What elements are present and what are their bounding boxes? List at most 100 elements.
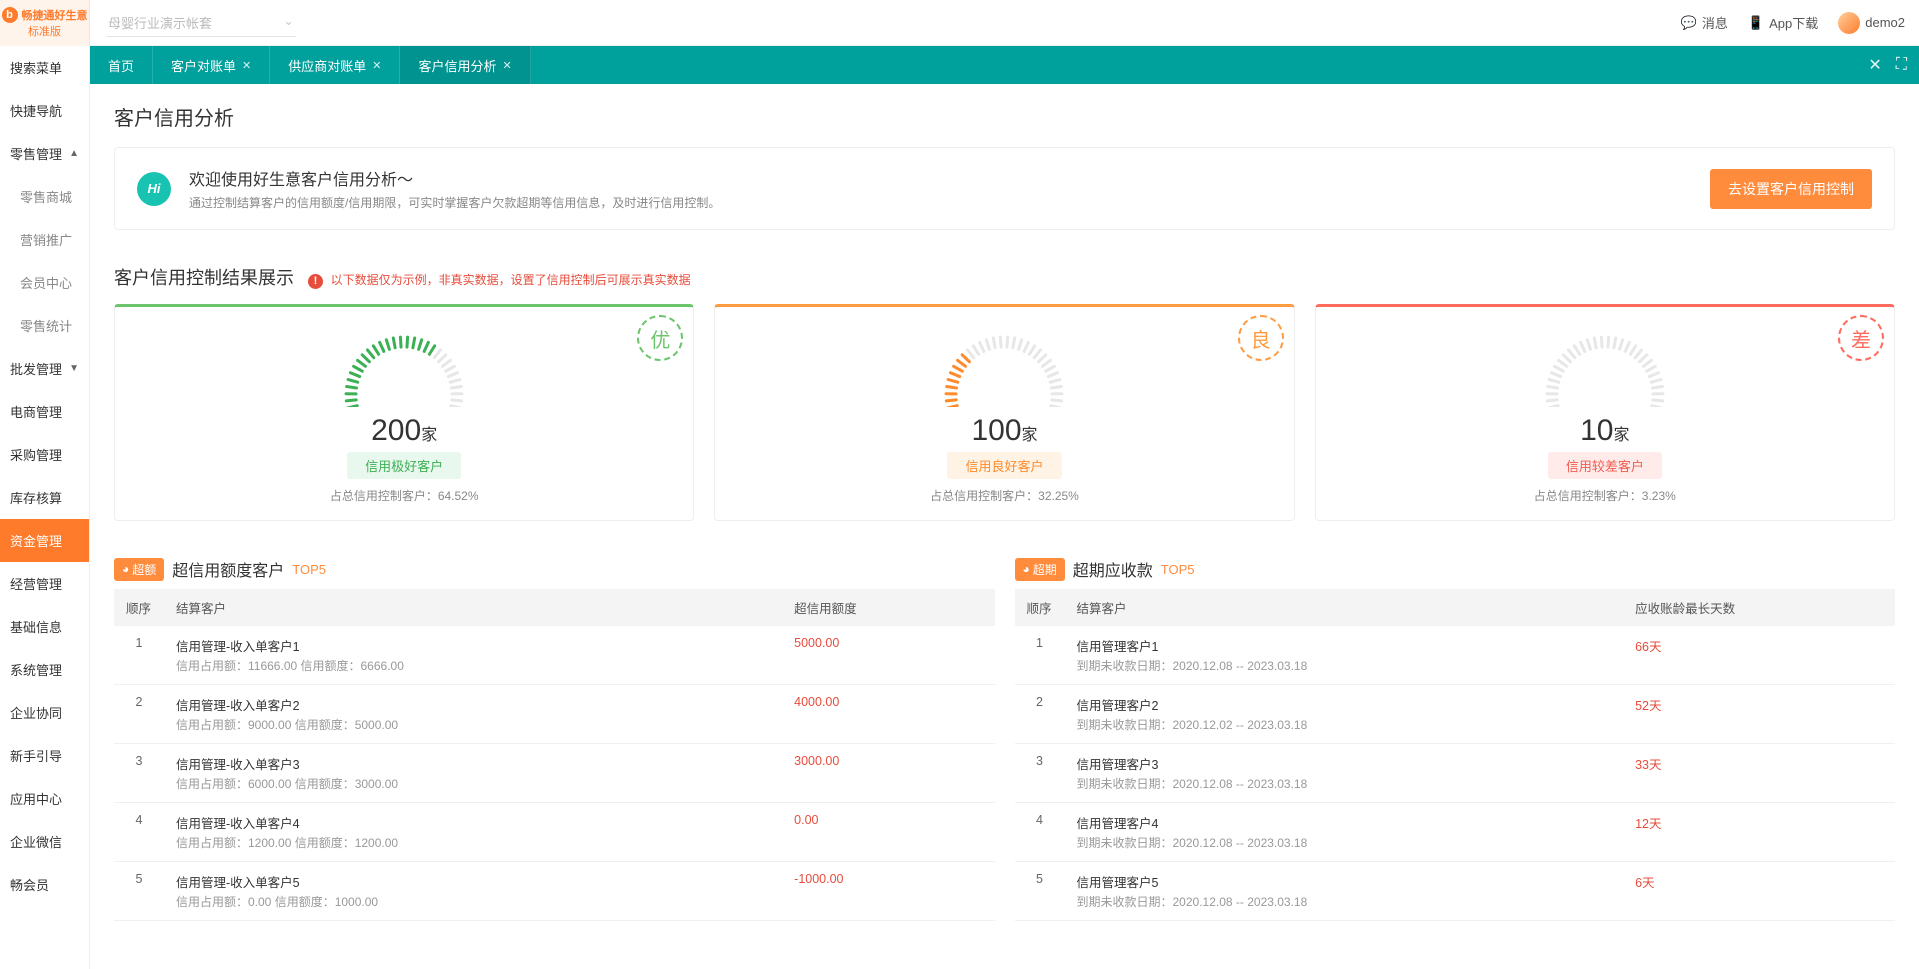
nav-item-label: 零售管理 [10, 144, 62, 163]
card-count: 10家 [1326, 414, 1884, 448]
cell-value: 3000.00 [782, 744, 994, 803]
app-download[interactable]: 📱 App下载 [1748, 13, 1818, 32]
logo-glyph-icon: b [2, 7, 18, 23]
nav-item[interactable]: 系统管理 [0, 648, 89, 691]
nav-item[interactable]: 营销推广 [0, 218, 89, 261]
cell-idx: 4 [1015, 803, 1065, 862]
nav-item[interactable]: 畅会员 [0, 863, 89, 906]
nav-item-label: 系统管理 [10, 660, 62, 679]
caret-up-icon: ▲ [69, 148, 79, 159]
nav-item[interactable]: 经营管理 [0, 562, 89, 605]
close-all-icon[interactable]: ✕ [1868, 55, 1881, 75]
nav-item[interactable]: 企业微信 [0, 820, 89, 863]
card-pill: 信用极好客户 [347, 452, 461, 479]
overdue-box: ◕ 超期 超期应收款 TOP5 顺序 结算客户 应收账龄最长天数 1 [1015, 557, 1896, 921]
top-header: b 畅捷通好生意 标准版 母婴行业演示帐套 ⌄ 💬 消息 📱 App下载 dem… [0, 0, 1919, 46]
nav-item[interactable]: 应用中心 [0, 777, 89, 820]
credit-cards-row: 优 200家 信用极好客户 占总信用控制客户：64.52% 良 100家 信用良… [114, 304, 1895, 521]
tab-close-icon[interactable]: ✕ [372, 59, 381, 72]
welcome-box: Hi 欢迎使用好生意客户信用分析～ 通过控制结算客户的信用额度/信用期限，可实时… [114, 147, 1895, 230]
th-days: 应收账龄最长天数 [1623, 589, 1895, 626]
nav-item[interactable]: 电商管理 [0, 390, 89, 433]
nav-item-label: 新手引导 [10, 746, 62, 765]
cell-value: 6天 [1623, 862, 1895, 921]
tab[interactable]: 客户信用分析✕ [400, 46, 530, 84]
nav-item[interactable]: 新手引导 [0, 734, 89, 777]
cell-value: 12天 [1623, 803, 1895, 862]
table-row[interactable]: 5 信用管理客户5 到期未收款日期：2020.12.08 -- 2023.03.… [1015, 862, 1896, 921]
tab-close-icon[interactable]: ✕ [503, 59, 512, 72]
table-row[interactable]: 1 信用管理客户1 到期未收款日期：2020.12.08 -- 2023.03.… [1015, 626, 1896, 685]
tab[interactable]: 首页 [90, 46, 153, 84]
left-nav: 搜索菜单快捷导航零售管理 ▲ 零售商城营销推广会员中心零售统计批发管理▼ 电商管理采购… [0, 46, 90, 969]
nav-item[interactable]: 搜索菜单 [0, 46, 89, 89]
tab-label: 首页 [108, 56, 134, 75]
cell-customer: 信用管理-收入单客户1 信用占用额：11666.00 信用额度：6666.00 [164, 626, 782, 685]
th-idx: 顺序 [114, 589, 164, 626]
warning-icon: ! [308, 274, 323, 289]
grade-badge-icon: 良 [1238, 315, 1284, 361]
overdue-title: 超期应收款 [1073, 557, 1153, 581]
message-icon: 💬 [1681, 15, 1697, 31]
tenant-select[interactable]: 母婴行业演示帐套 ⌄ [106, 9, 296, 37]
nav-item-label: 畅会员 [10, 875, 49, 894]
nav-item-label: 零售统计 [20, 316, 72, 335]
message-entry[interactable]: 💬 消息 [1681, 13, 1728, 32]
cell-customer: 信用管理-收入单客户2 信用占用额：9000.00 信用额度：5000.00 [164, 685, 782, 744]
nav-item[interactable]: 零售统计 [0, 304, 89, 347]
tab[interactable]: 供应商对账单✕ [270, 46, 400, 84]
cell-customer: 信用管理-收入单客户5 信用占用额：0.00 信用额度：1000.00 [164, 862, 782, 921]
page-body: 客户信用分析 Hi 欢迎使用好生意客户信用分析～ 通过控制结算客户的信用额度/信… [90, 84, 1919, 969]
cell-idx: 2 [1015, 685, 1065, 744]
fullscreen-icon[interactable]: ⛶ [1896, 56, 1907, 74]
tab-close-icon[interactable]: ✕ [242, 59, 251, 72]
logo-brand: 畅捷通好生意 [22, 7, 88, 23]
cell-value: 4000.00 [782, 685, 994, 744]
cell-idx: 1 [114, 626, 164, 685]
nav-item[interactable]: 采购管理 [0, 433, 89, 476]
nav-item-label: 电商管理 [10, 402, 62, 421]
nav-item-label: 采购管理 [10, 445, 62, 464]
cell-customer: 信用管理客户1 到期未收款日期：2020.12.08 -- 2023.03.18 [1065, 626, 1624, 685]
table-row[interactable]: 5 信用管理-收入单客户5 信用占用额：0.00 信用额度：1000.00 -1… [114, 862, 995, 921]
credit-card: 差 10家 信用较差客户 占总信用控制客户：3.23% [1315, 304, 1895, 521]
table-row[interactable]: 2 信用管理-收入单客户2 信用占用额：9000.00 信用额度：5000.00… [114, 685, 995, 744]
nav-item[interactable]: 零售管理 ▲ [0, 132, 89, 175]
table-row[interactable]: 2 信用管理客户2 到期未收款日期：2020.12.02 -- 2023.03.… [1015, 685, 1896, 744]
cell-customer: 信用管理客户5 到期未收款日期：2020.12.08 -- 2023.03.18 [1065, 862, 1624, 921]
overdue-table: 顺序 结算客户 应收账龄最长天数 1 信用管理客户1 到期未收款日期：2020.… [1015, 589, 1896, 921]
table-row[interactable]: 3 信用管理客户3 到期未收款日期：2020.12.08 -- 2023.03.… [1015, 744, 1896, 803]
username: demo2 [1865, 15, 1905, 30]
tab-label: 客户对账单 [171, 56, 236, 75]
th-amt: 超信用额度 [782, 589, 994, 626]
cell-value: 33天 [1623, 744, 1895, 803]
nav-item[interactable]: 资金管理 [0, 519, 89, 562]
th-idx: 顺序 [1015, 589, 1065, 626]
chevron-down-icon: ⌄ [283, 13, 294, 32]
tabs-right: ✕ ⛶ [1868, 46, 1919, 84]
card-percent: 占总信用控制客户：64.52% [125, 487, 683, 504]
user-menu[interactable]: demo2 [1838, 12, 1905, 34]
table-row[interactable]: 4 信用管理-收入单客户4 信用占用额：1200.00 信用额度：1200.00… [114, 803, 995, 862]
cell-idx: 3 [114, 744, 164, 803]
clock-icon: ◕ [122, 562, 129, 576]
cell-idx: 1 [1015, 626, 1065, 685]
table-row[interactable]: 3 信用管理-收入单客户3 信用占用额：6000.00 信用额度：3000.00… [114, 744, 995, 803]
table-row[interactable]: 4 信用管理客户4 到期未收款日期：2020.12.08 -- 2023.03.… [1015, 803, 1896, 862]
cell-value: 52天 [1623, 685, 1895, 744]
tab[interactable]: 客户对账单 ✕ [153, 46, 270, 84]
cell-value: 66天 [1623, 626, 1895, 685]
table-row[interactable]: 1 信用管理-收入单客户1 信用占用额：11666.00 信用额度：6666.0… [114, 626, 995, 685]
gauge-icon [725, 331, 1283, 410]
nav-item[interactable]: 批发管理▼ [0, 347, 89, 390]
cell-customer: 信用管理客户4 到期未收款日期：2020.12.08 -- 2023.03.18 [1065, 803, 1624, 862]
nav-item[interactable]: 会员中心 [0, 261, 89, 304]
nav-item[interactable]: 零售商城 [0, 175, 89, 218]
nav-item[interactable]: 企业协同 [0, 691, 89, 734]
nav-item[interactable]: 基础信息 [0, 605, 89, 648]
nav-item[interactable]: 快捷导航 [0, 89, 89, 132]
nav-item[interactable]: 库存核算 [0, 476, 89, 519]
nav-item-label: 快捷导航 [10, 101, 62, 120]
goto-setting-button[interactable]: 去设置客户信用控制 [1710, 169, 1872, 209]
overdue-tag: ◕ 超期 [1015, 558, 1065, 581]
